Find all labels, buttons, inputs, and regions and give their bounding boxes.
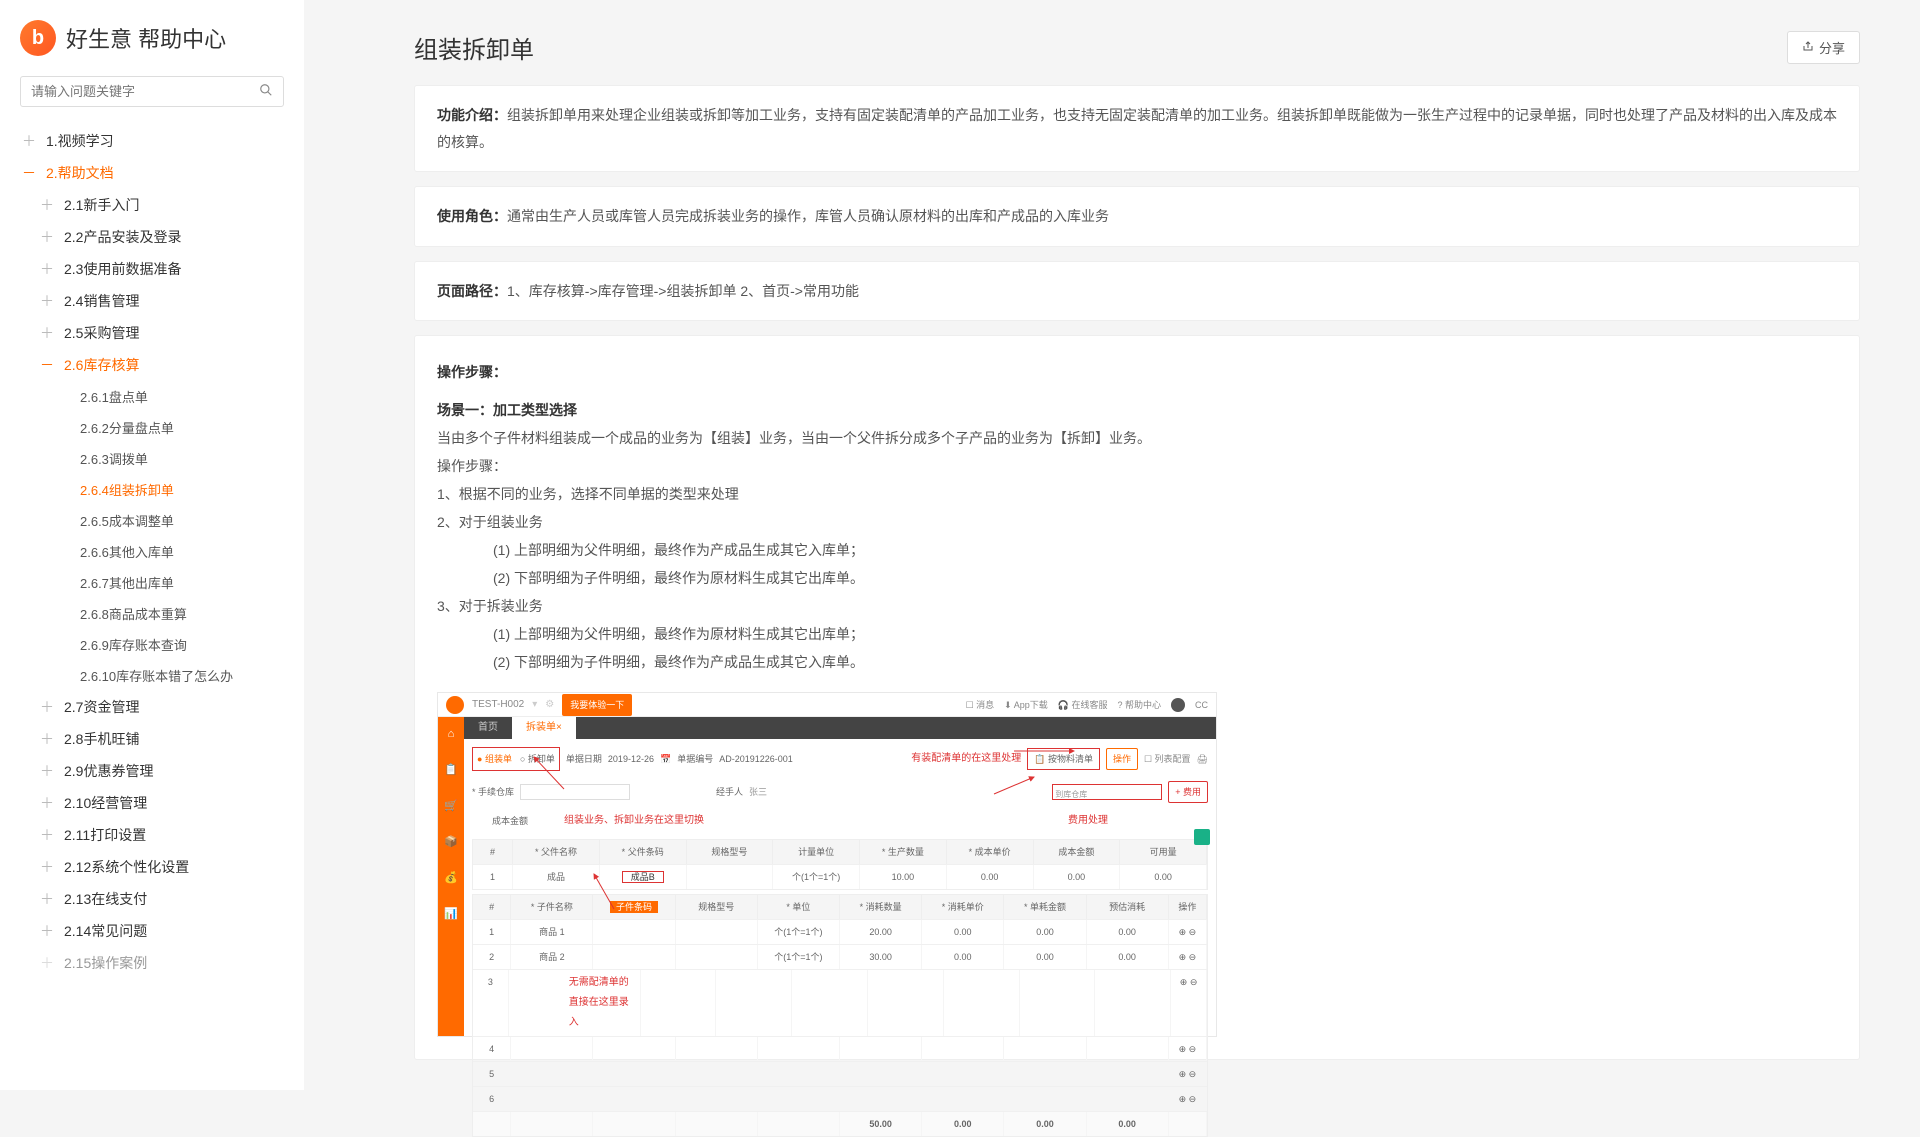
- nav-2-7[interactable]: ＋2.7资金管理: [20, 691, 284, 723]
- diagram-tab-form: 拆装单 ×: [512, 717, 576, 739]
- path-label: 页面路径：: [437, 283, 507, 299]
- scene1-heading: 场景一：加工类型选择: [437, 396, 1837, 424]
- plus-icon: ＋: [38, 698, 56, 716]
- nav-2-6-4[interactable]: 2.6.4组装拆卸单: [20, 474, 284, 505]
- plus-icon: ＋: [38, 890, 56, 908]
- brand-row: b 好生意 帮助中心: [20, 20, 284, 56]
- minus-icon: －: [38, 356, 56, 374]
- nav-2-2[interactable]: ＋2.2产品安装及登录: [20, 221, 284, 253]
- search-input[interactable]: [31, 84, 259, 99]
- diagram-radio-group: ● 组装单 ○ 拆卸单: [472, 747, 560, 771]
- clipboard-icon: 📋: [444, 759, 458, 781]
- plus-icon: ＋: [38, 858, 56, 876]
- role-text: 通常由生产人员或库管人员完成拆装业务的操作，库管人员确认原材料的出库和产成品的入…: [507, 208, 1109, 224]
- diagram-test-label: TEST-H002: [472, 695, 524, 715]
- plus-icon: ＋: [38, 730, 56, 748]
- plus-icon: ＋: [38, 954, 56, 972]
- nav-2-6-6[interactable]: 2.6.6其他入库单: [20, 536, 284, 567]
- sidebar: b 好生意 帮助中心 ＋1.视频学习 －2.帮助文档 ＋2.1新手入门 ＋2.2…: [0, 0, 304, 1090]
- plus-icon: ＋: [38, 826, 56, 844]
- page-title: 组装拆卸单: [414, 30, 534, 65]
- nav-2-4[interactable]: ＋2.4销售管理: [20, 285, 284, 317]
- wallet-icon: 💰: [444, 867, 458, 889]
- step-3: 3、对于拆装业务: [437, 592, 1837, 620]
- plus-icon: ＋: [38, 292, 56, 310]
- diagram-note3: 费用处理: [1068, 811, 1108, 831]
- nav-2-6[interactable]: －2.6库存核算: [20, 349, 284, 381]
- box-icon: 📦: [444, 831, 458, 853]
- plus-icon: ＋: [38, 922, 56, 940]
- diagram-note2: 组装业务、拆卸业务在这里切换: [564, 811, 704, 831]
- role-label: 使用角色：: [437, 208, 507, 224]
- steps-heading: 操作步骤：: [437, 358, 1837, 386]
- nav-2-6-2[interactable]: 2.6.2分量盘点单: [20, 412, 284, 443]
- share-icon: [1802, 40, 1814, 55]
- diagram-leftbar: ⌂ 📋 🛒 📦 💰 📊: [438, 717, 464, 1036]
- brand-title: 好生意 帮助中心: [66, 22, 226, 54]
- plus-icon: ＋: [38, 228, 56, 246]
- nav-2-10[interactable]: ＋2.10经营管理: [20, 787, 284, 819]
- diagram-warehouse-input: 到库仓库: [1052, 784, 1162, 800]
- plus-icon: ＋: [38, 260, 56, 278]
- nav-2-6-8[interactable]: 2.6.8商品成本重算: [20, 598, 284, 629]
- plus-icon: ＋: [38, 196, 56, 214]
- home-icon: ⌂: [448, 723, 455, 745]
- diagram-note1: 有装配清单的在这里处理: [911, 749, 1021, 769]
- nav-2-6-5[interactable]: 2.6.5成本调整单: [20, 505, 284, 536]
- intro-card: 功能介绍：组装拆卸单用来处理企业组装或拆卸等加工业务，支持有固定装配清单的产品加…: [414, 85, 1860, 172]
- scene1-p1: 当由多个子件材料组装成一个成品的业务为【组装】业务，当由一个父件拆分成多个子产品…: [437, 424, 1837, 452]
- search-icon[interactable]: [259, 83, 273, 100]
- nav-2-5[interactable]: ＋2.5采购管理: [20, 317, 284, 349]
- diagram-try-button: 我要体验一下: [562, 694, 632, 716]
- diagram-parent-table: # * 父件名称 * 父件条码 规格型号 计量单位 * 生产数量 * 成本单价 …: [472, 839, 1208, 890]
- step-3a: (1) 上部明细为父件明细，最终作为原材料生成其它出库单；: [437, 620, 1837, 648]
- step-2a: (1) 上部明细为父件明细，最终作为产成品生成其它入库单；: [437, 536, 1837, 564]
- nav-2-12[interactable]: ＋2.12系统个性化设置: [20, 851, 284, 883]
- diagram-note4: 无需配清单的直接在这里录入: [509, 970, 641, 1036]
- nav-2-6-10[interactable]: 2.6.10库存账本错了怎么办: [20, 660, 284, 691]
- nav-2-8[interactable]: ＋2.8手机旺铺: [20, 723, 284, 755]
- plus-icon: ＋: [38, 762, 56, 780]
- plus-icon: ＋: [20, 132, 38, 150]
- nav-2-9[interactable]: ＋2.9优惠券管理: [20, 755, 284, 787]
- step-2b: (2) 下部明细为子件明细，最终作为原材料生成其它出库单。: [437, 564, 1837, 592]
- step-2: 2、对于组装业务: [437, 508, 1837, 536]
- intro-text: 组装拆卸单用来处理企业组装或拆卸等加工业务，支持有固定装配清单的产品加工业务，也…: [437, 107, 1837, 150]
- path-card: 页面路径：1、库存核算->库存管理->组装拆卸单 2、首页->常用功能: [414, 261, 1860, 322]
- share-button[interactable]: 分享: [1787, 31, 1860, 64]
- step-3b: (2) 下部明细为子件明细，最终作为产成品生成其它入库单。: [437, 648, 1837, 676]
- screenshot-diagram: TEST-H002 ▾ ⚙ 我要体验一下 ☐ 消息 ⬇ App下载 🎧 在线客服…: [437, 692, 1217, 1037]
- chart-icon: 📊: [444, 903, 458, 925]
- nav-2-6-9[interactable]: 2.6.9库存账本查询: [20, 629, 284, 660]
- main-content: 组装拆卸单 分享 功能介绍：组装拆卸单用来处理企业组装或拆卸等加工业务，支持有固…: [304, 0, 1920, 1090]
- nav-2-6-3[interactable]: 2.6.3调拨单: [20, 443, 284, 474]
- nav-docs[interactable]: －2.帮助文档: [20, 157, 284, 189]
- minus-icon: －: [20, 164, 38, 182]
- intro-label: 功能介绍：: [437, 107, 507, 123]
- plus-icon: ＋: [38, 794, 56, 812]
- diagram-float-badge: [1194, 829, 1210, 845]
- nav-2-6-7[interactable]: 2.6.7其他出库单: [20, 567, 284, 598]
- steps-card: 操作步骤： 场景一：加工类型选择 当由多个子件材料组装成一个成品的业务为【组装】…: [414, 335, 1860, 1060]
- diagram-child-table: # * 子件名称 子件条码 规格型号 * 单位 * 消耗数量 * 消耗单价 * …: [472, 894, 1208, 1137]
- logo-icon: b: [20, 20, 56, 56]
- nav-2-3[interactable]: ＋2.3使用前数据准备: [20, 253, 284, 285]
- nav-2-13[interactable]: ＋2.13在线支付: [20, 883, 284, 915]
- nav-video[interactable]: ＋1.视频学习: [20, 125, 284, 157]
- cart-icon: 🛒: [444, 795, 458, 817]
- avatar-icon: [1171, 698, 1185, 712]
- role-card: 使用角色：通常由生产人员或库管人员完成拆装业务的操作，库管人员确认原材料的出库和…: [414, 186, 1860, 247]
- nav-2-11[interactable]: ＋2.11打印设置: [20, 819, 284, 851]
- nav-2-1[interactable]: ＋2.1新手入门: [20, 189, 284, 221]
- diagram-tab-home: 首页: [464, 717, 512, 739]
- nav-2-15[interactable]: ＋2.15操作案例: [20, 947, 284, 979]
- path-text: 1、库存核算->库存管理->组装拆卸单 2、首页->常用功能: [507, 283, 859, 299]
- search-box[interactable]: [20, 76, 284, 107]
- step-1: 1、根据不同的业务，选择不同单据的类型来处理: [437, 480, 1837, 508]
- nav-2-14[interactable]: ＋2.14常见问题: [20, 915, 284, 947]
- nav-2-6-1[interactable]: 2.6.1盘点单: [20, 381, 284, 412]
- diagram-logo-icon: [446, 696, 464, 714]
- plus-icon: ＋: [38, 324, 56, 342]
- scene1-h2: 操作步骤：: [437, 452, 1837, 480]
